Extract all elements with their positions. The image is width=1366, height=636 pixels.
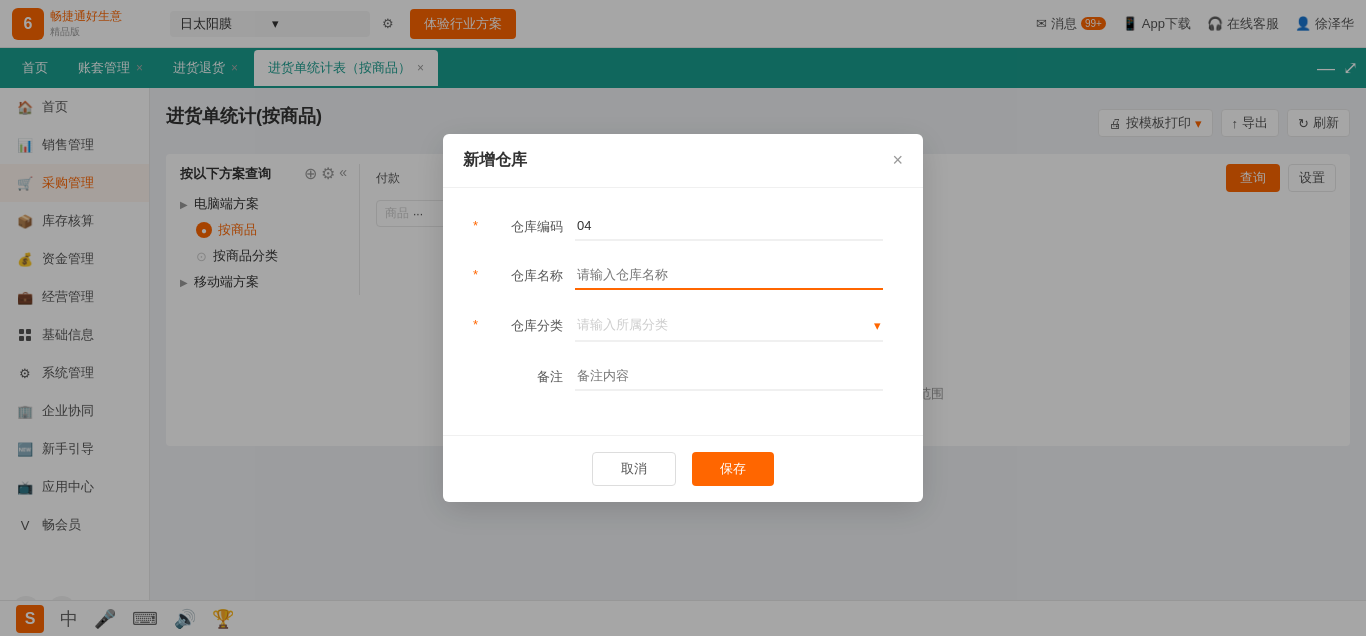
form-row-code: 仓库编码	[483, 212, 883, 241]
add-warehouse-modal: 新增仓库 × 仓库编码 仓库名称 仓库分类 请输入所属分类 ▾	[443, 134, 923, 502]
code-input[interactable]	[575, 212, 883, 241]
code-label: 仓库编码	[483, 218, 563, 236]
modal-overlay: 新增仓库 × 仓库编码 仓库名称 仓库分类 请输入所属分类 ▾	[0, 0, 1366, 636]
name-input[interactable]	[575, 261, 883, 290]
name-label: 仓库名称	[483, 267, 563, 285]
form-row-category: 仓库分类 请输入所属分类 ▾	[483, 310, 883, 342]
form-row-name: 仓库名称	[483, 261, 883, 290]
note-input[interactable]	[575, 362, 883, 391]
category-arrow-icon: ▾	[874, 318, 881, 333]
cancel-btn[interactable]: 取消	[592, 452, 676, 486]
modal-body: 仓库编码 仓库名称 仓库分类 请输入所属分类 ▾ 备注	[443, 188, 923, 435]
form-row-note: 备注	[483, 362, 883, 391]
modal-title: 新增仓库	[463, 150, 527, 171]
modal-footer: 取消 保存	[443, 435, 923, 502]
modal-close-btn[interactable]: ×	[892, 150, 903, 171]
note-label: 备注	[483, 368, 563, 386]
category-label: 仓库分类	[483, 317, 563, 335]
category-select[interactable]: 请输入所属分类 ▾	[575, 310, 883, 342]
modal-header: 新增仓库 ×	[443, 134, 923, 188]
save-btn[interactable]: 保存	[692, 452, 774, 486]
